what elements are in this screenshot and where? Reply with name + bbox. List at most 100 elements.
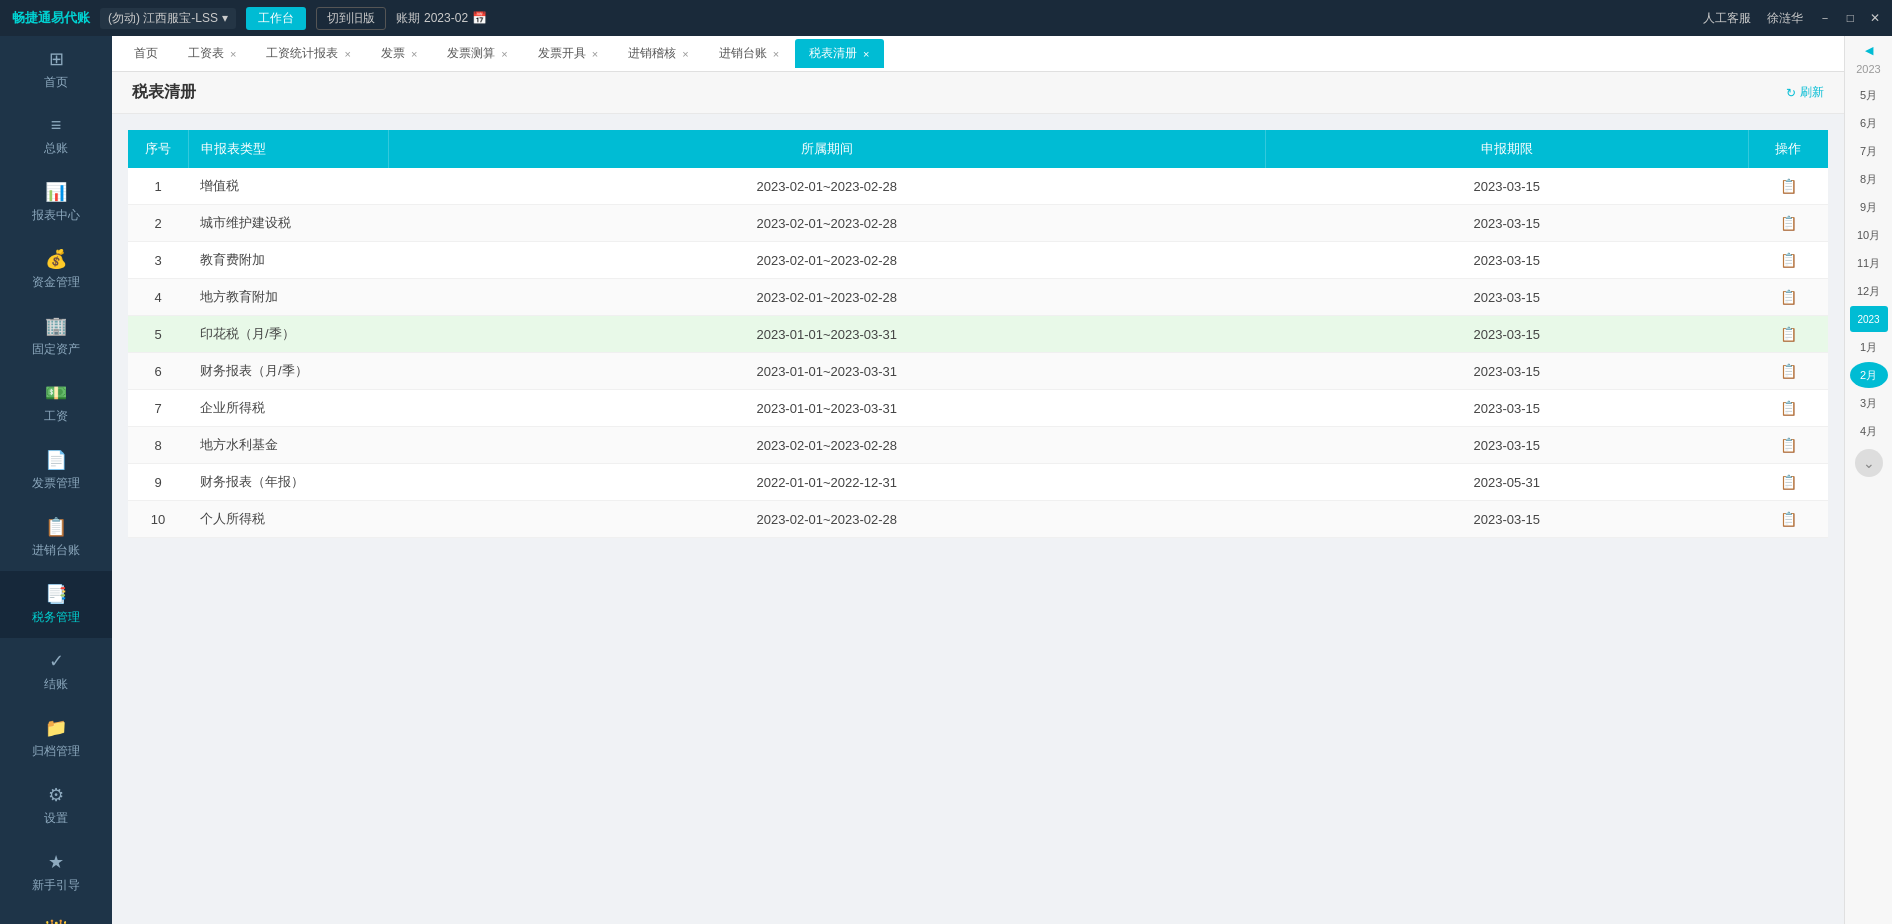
- workspace-button[interactable]: 工作台: [246, 7, 306, 30]
- tab-close-icon[interactable]: ×: [863, 48, 869, 60]
- cell-action[interactable]: 📋: [1748, 316, 1828, 353]
- sidebar-item-fixed-assets[interactable]: 🏢 固定资产: [0, 303, 112, 370]
- cell-action[interactable]: 📋: [1748, 427, 1828, 464]
- top-right-actions: 人工客服 徐涟华 － □ ✕: [1703, 10, 1880, 27]
- cell-action[interactable]: 📋: [1748, 464, 1828, 501]
- period-label: 账期 2023-02 📅: [396, 10, 487, 27]
- action-icon[interactable]: 📋: [1780, 289, 1797, 305]
- cell-action[interactable]: 📋: [1748, 205, 1828, 242]
- sidebar-item-settings[interactable]: ⚙ 设置: [0, 772, 112, 839]
- tab-tax-list[interactable]: 税表清册 ×: [795, 39, 883, 68]
- month-btn-3[interactable]: 3月: [1850, 390, 1888, 416]
- tab-label: 发票测算: [447, 45, 495, 62]
- tab-close-icon[interactable]: ×: [344, 48, 350, 60]
- year-2023-marker: 2023: [1850, 306, 1888, 332]
- table-area: 序号 申报表类型 所属期间 申报期限 操作 1增值税2023-02-01~202…: [112, 114, 1844, 924]
- cell-action[interactable]: 📋: [1748, 279, 1828, 316]
- tab-purchase-ledger[interactable]: 进销台账 ×: [705, 39, 793, 68]
- tab-salary-table[interactable]: 工资表 ×: [174, 39, 250, 68]
- action-icon[interactable]: 📋: [1780, 437, 1797, 453]
- calendar-icon[interactable]: 📅: [472, 11, 487, 25]
- cell-type: 财务报表（月/季）: [188, 353, 388, 390]
- cell-action[interactable]: 📋: [1748, 390, 1828, 427]
- sidebar-item-reports[interactable]: 📊 报表中心: [0, 169, 112, 236]
- month-btn-10[interactable]: 10月: [1850, 222, 1888, 248]
- maximize-icon[interactable]: □: [1847, 11, 1854, 25]
- cell-type: 教育费附加: [188, 242, 388, 279]
- month-btn-5[interactable]: 5月: [1850, 82, 1888, 108]
- sidebar-item-member[interactable]: 👑 畅会员: [0, 906, 112, 924]
- cell-period: 2023-02-01~2023-02-28: [388, 242, 1266, 279]
- action-icon[interactable]: 📋: [1780, 363, 1797, 379]
- cell-deadline: 2023-05-31: [1266, 464, 1749, 501]
- tab-invoice[interactable]: 发票 ×: [367, 39, 431, 68]
- tab-close-icon[interactable]: ×: [682, 48, 688, 60]
- sidebar-item-label: 报表中心: [32, 207, 80, 224]
- sidebar-item-salary[interactable]: 💵 工资: [0, 370, 112, 437]
- switch-old-button[interactable]: 切到旧版: [316, 7, 386, 30]
- action-icon[interactable]: 📋: [1780, 215, 1797, 231]
- month-btn-12[interactable]: 12月: [1850, 278, 1888, 304]
- tab-close-icon[interactable]: ×: [501, 48, 507, 60]
- cell-action[interactable]: 📋: [1748, 168, 1828, 205]
- refresh-button[interactable]: ↻ 刷新: [1786, 84, 1824, 101]
- month-btn-7[interactable]: 7月: [1850, 138, 1888, 164]
- tab-home[interactable]: 首页: [120, 39, 172, 68]
- sidebar-item-label: 资金管理: [32, 274, 80, 291]
- sidebar-item-tax[interactable]: 📑 税务管理: [0, 571, 112, 638]
- tab-salary-stats[interactable]: 工资统计报表 ×: [252, 39, 364, 68]
- minimize-icon[interactable]: －: [1819, 10, 1831, 27]
- tab-close-icon[interactable]: ×: [411, 48, 417, 60]
- sidebar-item-purchase-sales[interactable]: 📋 进销台账: [0, 504, 112, 571]
- cell-action[interactable]: 📋: [1748, 501, 1828, 538]
- month-btn-4[interactable]: 4月: [1850, 418, 1888, 444]
- cell-period: 2023-01-01~2023-03-31: [388, 353, 1266, 390]
- collapse-button[interactable]: ⌄: [1855, 449, 1883, 477]
- cell-deadline: 2023-03-15: [1266, 279, 1749, 316]
- user-profile[interactable]: 徐涟华: [1767, 10, 1803, 27]
- cell-seq: 1: [128, 168, 188, 205]
- home-icon: ⊞: [49, 48, 64, 70]
- cell-type: 财务报表（年报）: [188, 464, 388, 501]
- table-row: 9财务报表（年报）2022-01-01~2022-12-312023-05-31…: [128, 464, 1828, 501]
- action-icon[interactable]: 📋: [1780, 474, 1797, 490]
- cell-deadline: 2023-03-15: [1266, 168, 1749, 205]
- action-icon[interactable]: 📋: [1780, 252, 1797, 268]
- month-btn-2-active[interactable]: 2月: [1850, 362, 1888, 388]
- tab-close-icon[interactable]: ×: [230, 48, 236, 60]
- col-period-covered: 所属期间: [388, 130, 1266, 168]
- month-btn-11[interactable]: 11月: [1850, 250, 1888, 276]
- action-icon[interactable]: 📋: [1780, 326, 1797, 342]
- sidebar-item-home[interactable]: ⊞ 首页: [0, 36, 112, 103]
- sidebar-item-ledger[interactable]: ≡ 总账: [0, 103, 112, 169]
- month-btn-1[interactable]: 1月: [1850, 334, 1888, 360]
- col-deadline: 申报期限: [1266, 130, 1749, 168]
- tab-close-icon[interactable]: ×: [592, 48, 598, 60]
- panel-collapse-icon[interactable]: ◀: [1865, 44, 1873, 57]
- guide-icon: ★: [48, 851, 64, 873]
- tab-close-icon[interactable]: ×: [773, 48, 779, 60]
- cell-action[interactable]: 📋: [1748, 242, 1828, 279]
- tab-purchase-audit[interactable]: 进销稽核 ×: [614, 39, 702, 68]
- table-row: 5印花税（月/季）2023-01-01~2023-03-312023-03-15…: [128, 316, 1828, 353]
- sidebar-item-label: 发票管理: [32, 475, 80, 492]
- sidebar-item-archive[interactable]: 📁 归档管理: [0, 705, 112, 772]
- cell-action[interactable]: 📋: [1748, 353, 1828, 390]
- tab-invoice-calc[interactable]: 发票测算 ×: [433, 39, 521, 68]
- action-icon[interactable]: 📋: [1780, 400, 1797, 416]
- month-btn-9[interactable]: 9月: [1850, 194, 1888, 220]
- month-btn-8[interactable]: 8月: [1850, 166, 1888, 192]
- customer-service-button[interactable]: 人工客服: [1703, 10, 1751, 27]
- cell-seq: 9: [128, 464, 188, 501]
- close-icon[interactable]: ✕: [1870, 11, 1880, 25]
- sidebar-item-invoice[interactable]: 📄 发票管理: [0, 437, 112, 504]
- month-btn-6[interactable]: 6月: [1850, 110, 1888, 136]
- sidebar-item-guide[interactable]: ★ 新手引导: [0, 839, 112, 906]
- action-icon[interactable]: 📋: [1780, 178, 1797, 194]
- action-icon[interactable]: 📋: [1780, 511, 1797, 527]
- sidebar-item-fund[interactable]: 💰 资金管理: [0, 236, 112, 303]
- cell-period: 2022-01-01~2022-12-31: [388, 464, 1266, 501]
- tab-invoice-issue[interactable]: 发票开具 ×: [524, 39, 612, 68]
- sidebar-item-closing[interactable]: ✓ 结账: [0, 638, 112, 705]
- company-selector[interactable]: (勿动) 江西服宝-LSS ▾: [100, 8, 236, 29]
